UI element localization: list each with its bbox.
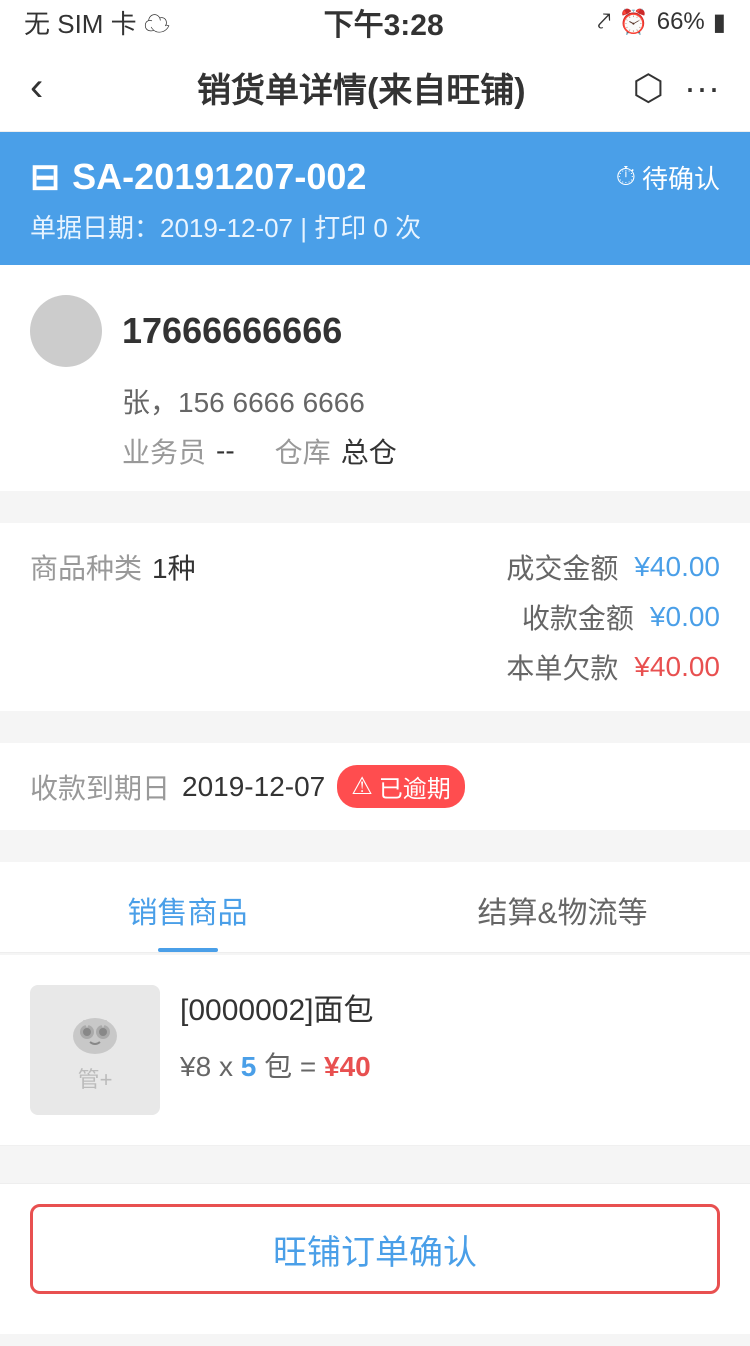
warehouse-label: 仓库 [275, 431, 331, 471]
more-icon[interactable]: ··· [684, 67, 720, 109]
tab-sales[interactable]: 销售商品 [0, 862, 375, 952]
bottom-bar: 旺铺订单确认 [0, 1183, 750, 1334]
back-button[interactable]: ‹ [30, 65, 90, 110]
divider-3 [0, 846, 750, 862]
order-id: ⊟ SA-20191207-002 [30, 156, 366, 198]
owed-amount-value: ¥40.00 [634, 651, 720, 683]
sim-signal: 无 SIM 卡 ☁ [24, 4, 170, 41]
avatar [30, 295, 102, 367]
table-row: 管+ [0000002]面包 ¥8 x 5 包 = ¥40 [0, 955, 750, 1146]
product-thumbnail: 管+ [30, 985, 160, 1115]
deal-amount-row: 成交金额 ¥40.00 [506, 547, 720, 587]
received-amount-value: ¥0.00 [650, 601, 720, 633]
order-id-row: ⊟ SA-20191207-002 ⏱ 待确认 [30, 156, 720, 198]
product-price: ¥8 x 5 包 = ¥40 [180, 1045, 720, 1085]
customer-card: 17666666666 张，156 6666 6666 业务员 -- 仓库 总仓 [0, 265, 750, 491]
received-amount-row: 收款金额 ¥0.00 [522, 597, 720, 637]
order-status: ⏱ 待确认 [616, 159, 720, 196]
salesperson-label: 业务员 [122, 431, 206, 471]
clock-icon: ⏱ [616, 161, 636, 193]
alarm-icon: ⏰ [619, 8, 649, 37]
customer-phone: 17666666666 [122, 310, 342, 352]
warehouse-value: 总仓 [341, 431, 397, 471]
confirm-order-button[interactable]: 旺铺订单确认 [30, 1204, 720, 1294]
brand-text: 管+ [78, 1062, 113, 1094]
product-thumb-inner: 管+ [65, 1006, 125, 1094]
nav-actions: ⬡ ··· [633, 67, 720, 109]
product-quantity: 5 [241, 1051, 257, 1082]
customer-meta: 业务员 -- 仓库 总仓 [30, 431, 720, 471]
order-icon: ⊟ [30, 156, 60, 198]
status-right: ⤤ ⏰ 66% ▮ [597, 8, 726, 37]
overdue-label: 收款到期日 [30, 767, 170, 807]
summary-card: 商品种类 1种 成交金额 ¥40.00 收款金额 ¥0.00 本单欠款 ¥40.… [0, 523, 750, 711]
overdue-badge-text: 已逾期 [379, 769, 451, 804]
tab-settlement[interactable]: 结算&物流等 [375, 862, 750, 952]
nav-bar: ‹ 销货单详情(来自旺铺) ⬡ ··· [0, 44, 750, 132]
salesperson-meta: 业务员 -- [122, 431, 235, 471]
divider-2 [0, 727, 750, 743]
product-name: [0000002]面包 [180, 985, 720, 1029]
page-title: 销货单详情(来自旺铺) [197, 63, 526, 112]
location-icon: ⤤ [597, 8, 611, 36]
summary-right: 成交金额 ¥40.00 收款金额 ¥0.00 本单欠款 ¥40.00 [506, 547, 720, 687]
deal-amount-value: ¥40.00 [634, 551, 720, 583]
status-time: 下午3:28 [324, 0, 444, 44]
overdue-badge: ⚠ 已逾期 [337, 765, 465, 808]
order-date: 单据日期：2019-12-07 | 打印 0 次 [30, 208, 720, 245]
status-bar: 无 SIM 卡 ☁ 下午3:28 ⤤ ⏰ 66% ▮ [0, 0, 750, 44]
customer-name: 张，156 6666 6666 [30, 381, 720, 421]
battery-level: 66% [657, 8, 705, 36]
product-total: ¥40 [324, 1051, 371, 1082]
share-icon[interactable]: ⬡ [633, 67, 664, 109]
product-type-value: 1种 [152, 547, 196, 587]
owed-amount-row: 本单欠款 ¥40.00 [506, 647, 720, 687]
summary-left: 商品种类 1种 [30, 547, 196, 587]
product-list: 管+ [0000002]面包 ¥8 x 5 包 = ¥40 [0, 955, 750, 1146]
divider-1 [0, 507, 750, 523]
warning-icon: ⚠ [351, 772, 373, 801]
tabs-container: 销售商品 结算&物流等 [0, 862, 750, 953]
status-left: 无 SIM 卡 ☁ [24, 4, 170, 41]
owed-amount-label: 本单欠款 [506, 647, 618, 687]
salesperson-value: -- [216, 435, 235, 467]
order-header: ⊟ SA-20191207-002 ⏱ 待确认 单据日期：2019-12-07 … [0, 132, 750, 265]
overdue-card: 收款到期日 2019-12-07 ⚠ 已逾期 [0, 743, 750, 830]
product-type-label: 商品种类 [30, 547, 142, 587]
deal-amount-label: 成交金额 [506, 547, 618, 587]
received-amount-label: 收款金额 [522, 597, 634, 637]
customer-top: 17666666666 [30, 295, 720, 367]
battery-icon: ▮ [713, 8, 726, 37]
overdue-date: 2019-12-07 [182, 771, 325, 803]
product-info: [0000002]面包 ¥8 x 5 包 = ¥40 [180, 985, 720, 1085]
warehouse-meta: 仓库 总仓 [275, 431, 397, 471]
